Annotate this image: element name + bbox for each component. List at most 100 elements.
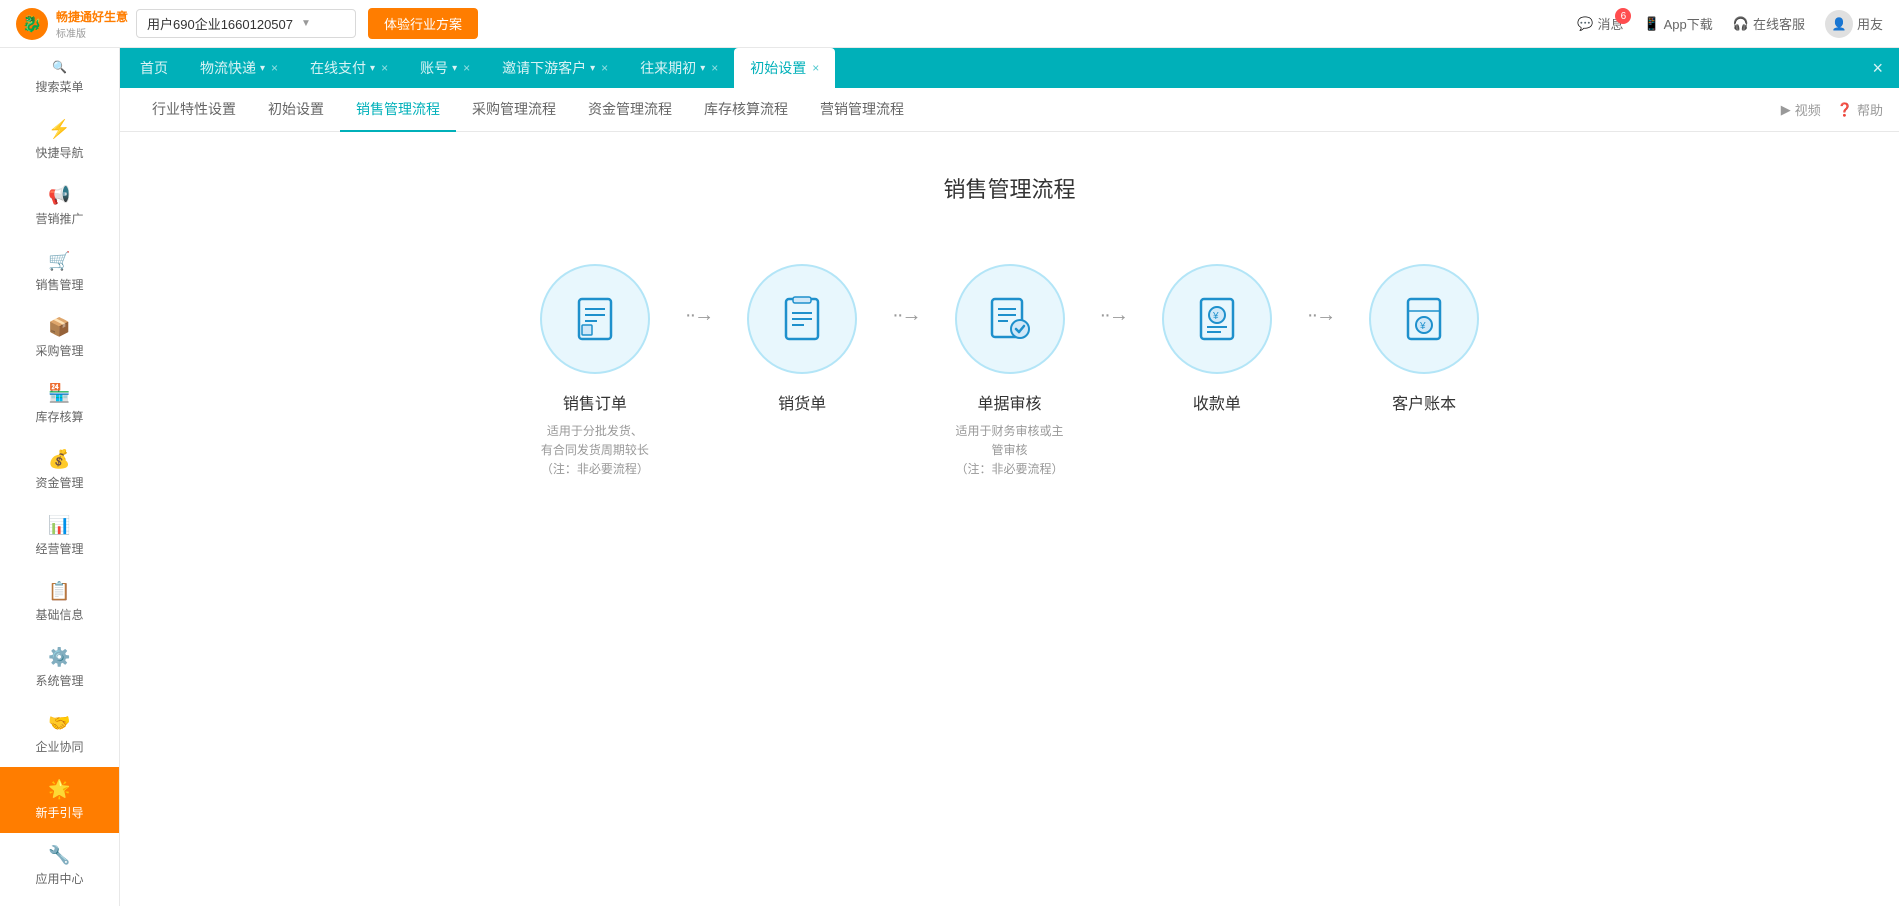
lightning-icon: ⚡ xyxy=(48,119,70,140)
flow-desc-sales-order: 适用于分批发货、有合同发货周期较长（注：非必要流程） xyxy=(541,422,649,480)
sidebar-item-operations[interactable]: 📊 经营管理 xyxy=(0,503,119,569)
play-icon: ▶ xyxy=(1781,102,1791,118)
tab-account-close[interactable]: × xyxy=(463,61,470,75)
sidebar-label-collab: 企业协同 xyxy=(35,738,83,755)
sidebar-item-weixin[interactable]: 💬 企业微信 xyxy=(0,899,119,906)
gear-icon: ⚙️ xyxy=(48,647,70,668)
app-download-button[interactable]: 📱 App下载 xyxy=(1643,14,1712,33)
sidebar-item-quicknav[interactable]: ⚡ 快捷导航 xyxy=(0,107,119,173)
sidebar-label-purchase: 采购管理 xyxy=(35,342,83,359)
sidebar-item-system[interactable]: ⚙️ 系统管理 xyxy=(0,635,119,701)
tab-home[interactable]: 首页 xyxy=(124,48,184,88)
flow-item-receipt[interactable]: ¥ 收款单 xyxy=(1127,264,1307,422)
flow-circle-delivery xyxy=(747,264,857,374)
sidebar-item-finance[interactable]: 💰 资金管理 xyxy=(0,437,119,503)
chevron-down-icon: ▾ xyxy=(370,63,375,74)
flow-item-delivery[interactable]: 销货单 xyxy=(712,264,892,422)
sidebar-item-search[interactable]: 🔍 搜索菜单 xyxy=(0,48,119,107)
audit-icon xyxy=(984,293,1036,345)
chart-icon: 📊 xyxy=(48,515,70,536)
flow-arrow-3: ··→ xyxy=(1100,264,1127,327)
tab-logistics[interactable]: 物流快递 ▾ × xyxy=(184,48,294,88)
user-profile-button[interactable]: 👤 用友 xyxy=(1825,10,1883,38)
sidebar-item-appcenter[interactable]: 🔧 应用中心 xyxy=(0,833,119,899)
help-button[interactable]: ❓ 帮助 xyxy=(1837,100,1883,119)
receipt-icon: ¥ xyxy=(1191,293,1243,345)
tab-home-label: 首页 xyxy=(140,58,168,78)
tab-period[interactable]: 往来期初 ▾ × xyxy=(624,48,734,88)
chevron-down-icon: ▾ xyxy=(590,63,595,74)
sub-tab-finance-flow[interactable]: 资金管理流程 xyxy=(572,88,688,132)
nav-tabs: 首页 物流快递 ▾ × 在线支付 ▾ × 账号 ▾ × 邀请下游客户 ▾ × xyxy=(120,48,1899,88)
money-icon: 💰 xyxy=(48,449,70,470)
flow-name-receipt: 收款单 xyxy=(1193,390,1241,414)
tab-init-close[interactable]: × xyxy=(812,61,819,75)
sub-tab-inventory-flow[interactable]: 库存核算流程 xyxy=(688,88,804,132)
flow-name-audit: 单据审核 xyxy=(977,390,1041,414)
sidebar-label-finance: 资金管理 xyxy=(35,474,83,491)
flow-chart: 销售订单 适用于分批发货、有合同发货周期较长（注：非必要流程） ··→ xyxy=(140,264,1879,480)
tab-payment-label: 在线支付 xyxy=(310,58,366,78)
tab-logistics-close[interactable]: × xyxy=(271,61,278,75)
messages-button[interactable]: 💬 消息 6 xyxy=(1577,14,1623,33)
sidebar-item-newguide[interactable]: 🌟 新手引导 xyxy=(0,767,119,833)
sub-tab-sales-flow-label: 销售管理流程 xyxy=(356,99,440,119)
page-title: 销售管理流程 xyxy=(140,172,1879,204)
tab-account[interactable]: 账号 ▾ × xyxy=(404,48,486,88)
tab-period-close[interactable]: × xyxy=(711,61,718,75)
user-selector[interactable]: 用户690企业1660120507 ▼ xyxy=(136,9,356,38)
delivery-icon xyxy=(776,293,828,345)
help-label: 帮助 xyxy=(1857,100,1883,119)
tab-invite[interactable]: 邀请下游客户 ▾ × xyxy=(486,48,624,88)
video-help-button[interactable]: ▶ 视频 xyxy=(1781,100,1821,119)
flow-name-account-book: 客户账本 xyxy=(1392,390,1456,414)
sub-tab-init[interactable]: 初始设置 xyxy=(252,88,340,132)
flow-name-delivery: 销货单 xyxy=(778,390,826,414)
sidebar-item-marketing[interactable]: 📢 营销推广 xyxy=(0,173,119,239)
sub-tab-purchase-flow-label: 采购管理流程 xyxy=(472,99,556,119)
sub-tab-sales-flow[interactable]: 销售管理流程 xyxy=(340,88,456,132)
flow-item-sales-order[interactable]: 销售订单 适用于分批发货、有合同发货周期较长（注：非必要流程） xyxy=(505,264,685,480)
tab-payment-close[interactable]: × xyxy=(381,61,388,75)
sidebar-item-purchase[interactable]: 📦 采购管理 xyxy=(0,305,119,371)
chevron-down-icon: ▼ xyxy=(301,18,311,29)
sub-tab-marketing-flow[interactable]: 营销管理流程 xyxy=(804,88,920,132)
tab-invite-label: 邀请下游客户 xyxy=(502,58,586,78)
sidebar-label-sales: 销售管理 xyxy=(35,276,83,293)
user-selector-text: 用户690企业1660120507 xyxy=(147,14,293,33)
chevron-down-icon: ▾ xyxy=(260,63,265,74)
sidebar-item-inventory[interactable]: 🏪 库存核算 xyxy=(0,371,119,437)
star-icon: 🌟 xyxy=(48,779,70,800)
sub-tab-init-label: 初始设置 xyxy=(268,99,324,119)
flow-item-audit[interactable]: 单据审核 适用于财务审核或主管审核（注：非必要流程） xyxy=(920,264,1100,480)
svg-text:¥: ¥ xyxy=(1212,311,1219,322)
logo-text: 畅捷通好生意 标准版 xyxy=(56,8,128,40)
tab-invite-close[interactable]: × xyxy=(601,61,608,75)
sidebar: 🔍 搜索菜单 ⚡ 快捷导航 📢 营销推广 🛒 销售管理 📦 采购管理 🏪 库存核… xyxy=(0,48,120,906)
sub-tab-inventory-flow-label: 库存核算流程 xyxy=(704,99,788,119)
online-service-button[interactable]: 🎧 在线客服 xyxy=(1733,14,1805,33)
tab-period-label: 往来期初 xyxy=(640,58,696,78)
sidebar-item-basic[interactable]: 📋 基础信息 xyxy=(0,569,119,635)
handshake-icon: 🤝 xyxy=(48,713,70,734)
logo-icon: 🐉 xyxy=(16,8,48,40)
sub-tab-industry[interactable]: 行业特性设置 xyxy=(136,88,252,132)
warehouse-icon: 🏪 xyxy=(48,383,70,404)
phone-icon: 📱 xyxy=(1643,16,1659,32)
user-name-label: 用友 xyxy=(1857,14,1883,33)
tab-init[interactable]: 初始设置 × xyxy=(734,48,835,88)
sidebar-label-basic: 基础信息 xyxy=(35,606,83,623)
flow-circle-receipt: ¥ xyxy=(1162,264,1272,374)
sidebar-label-inventory: 库存核算 xyxy=(35,408,83,425)
trial-button[interactable]: 体验行业方案 xyxy=(368,8,478,39)
cart-icon: 🛒 xyxy=(48,251,70,272)
sidebar-item-collab[interactable]: 🤝 企业协同 xyxy=(0,701,119,767)
sidebar-item-sales[interactable]: 🛒 销售管理 xyxy=(0,239,119,305)
tab-payment[interactable]: 在线支付 ▾ × xyxy=(294,48,404,88)
close-all-tabs-button[interactable]: × xyxy=(1860,58,1895,79)
flow-arrow-1: ··→ xyxy=(685,264,712,327)
chevron-down-icon: ▾ xyxy=(452,63,457,74)
flow-item-account-book[interactable]: ¥ 客户账本 xyxy=(1334,264,1514,422)
headset-icon: 🎧 xyxy=(1733,16,1749,32)
sub-tab-purchase-flow[interactable]: 采购管理流程 xyxy=(456,88,572,132)
